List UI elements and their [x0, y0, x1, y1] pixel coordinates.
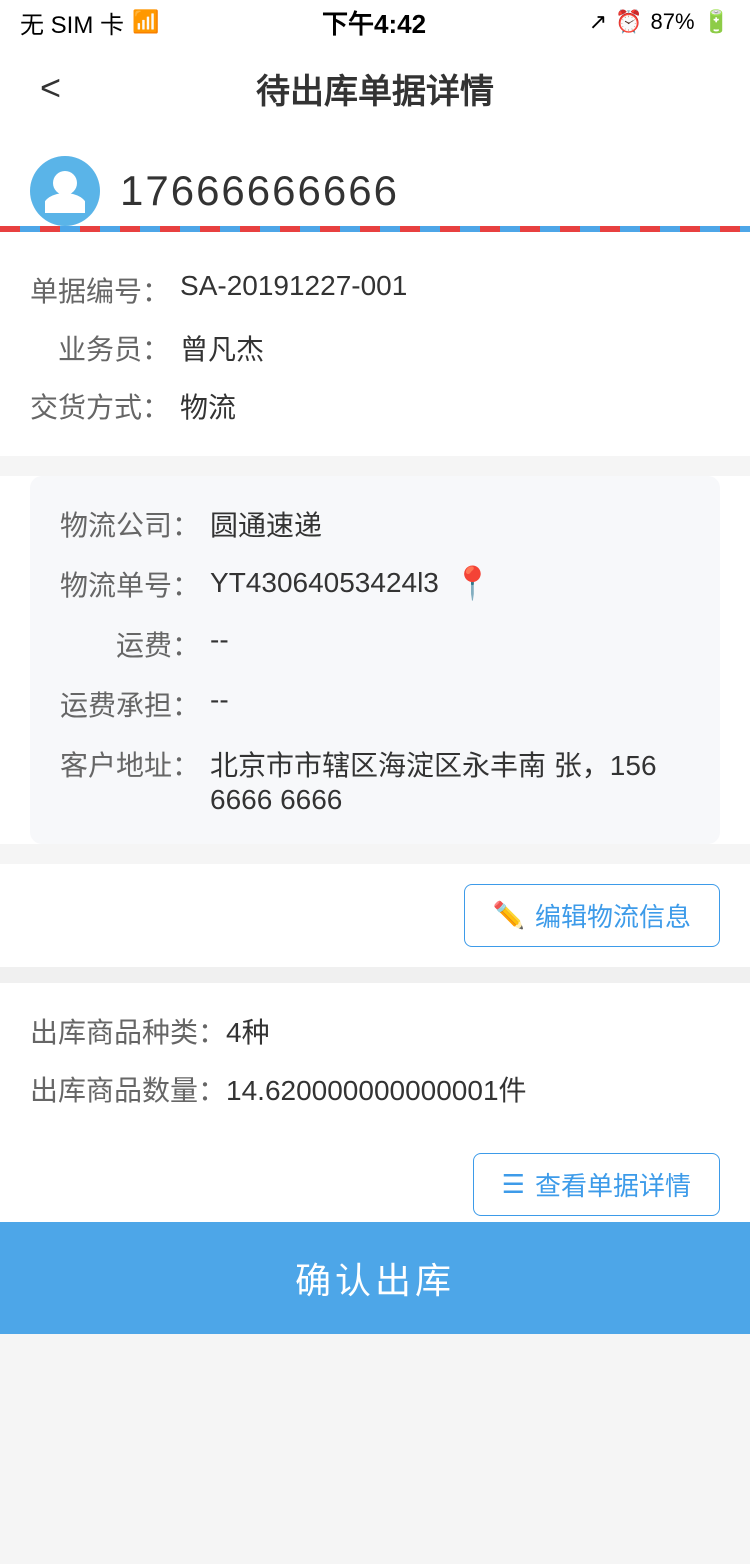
confirm-outbound-button[interactable]: 确认出库 — [40, 1252, 710, 1304]
nav-bar: < 待出库单据详情 — [0, 44, 750, 132]
delivery-method-value: 物流 — [170, 386, 720, 426]
status-right: ↗ ⏰ 87% 🔋 — [589, 9, 730, 35]
logistics-company-label: 物流公司： — [60, 504, 200, 544]
tracking-label: 物流单号： — [60, 564, 200, 604]
product-quantity-label: 出库商品数量： — [30, 1069, 226, 1109]
product-type-value: 4种 — [226, 1011, 270, 1051]
page-title: 待出库单据详情 — [256, 64, 494, 113]
freight-label: 运费： — [60, 624, 200, 664]
section-divider-1 — [0, 967, 750, 983]
address-label: 客户地址： — [60, 744, 200, 784]
freight-row: 运费： -- — [60, 624, 690, 664]
header-section: 17666666666 — [0, 132, 750, 226]
doc-number-label: 单据编号： — [30, 270, 170, 310]
sales-person-label: 业务员： — [30, 328, 170, 368]
back-button[interactable]: < — [30, 57, 71, 119]
logistics-card: 物流公司： 圆通速递 物流单号： YT43064053424l3 📍 运费： -… — [30, 476, 720, 844]
tracking-location-icon[interactable]: 📍 — [453, 564, 493, 602]
edit-icon: ✏️ — [493, 900, 525, 931]
view-detail-button[interactable]: ☰ 查看单据详情 — [473, 1153, 720, 1216]
product-quantity-row: 出库商品数量： 14.620000000000001件 — [30, 1069, 720, 1109]
address-value: 北京市市辖区海淀区永丰南 张，156 6666 6666 — [200, 744, 690, 816]
basic-info-section: 单据编号： SA-20191227-001 业务员： 曾凡杰 交货方式： 物流 — [0, 246, 750, 456]
status-left: 无 SIM 卡 📶 — [20, 5, 159, 40]
freight-bearer-row: 运费承担： -- — [60, 684, 690, 724]
tracking-value: YT43064053424l3 📍 — [200, 564, 690, 602]
alarm-icon: ⏰ — [615, 9, 642, 35]
sales-person-row: 业务员： 曾凡杰 — [30, 328, 720, 368]
edit-btn-row: ✏️ 编辑物流信息 — [0, 864, 750, 967]
decorative-border — [0, 226, 750, 232]
edit-logistics-button[interactable]: ✏️ 编辑物流信息 — [464, 884, 720, 947]
product-section: 出库商品种类： 4种 出库商品数量： 14.620000000000001件 — [0, 983, 750, 1137]
logistics-company-value: 圆通速递 — [200, 504, 690, 544]
carrier-label: 无 SIM 卡 — [20, 5, 124, 40]
battery-label: 87% — [651, 9, 695, 35]
tracking-number-row: 物流单号： YT43064053424l3 📍 — [60, 564, 690, 604]
delivery-method-row: 交货方式： 物流 — [30, 386, 720, 426]
customer-phone: 17666666666 — [120, 167, 399, 215]
avatar — [30, 156, 100, 226]
product-quantity-value: 14.620000000000001件 — [226, 1069, 527, 1109]
doc-number-row: 单据编号： SA-20191227-001 — [30, 270, 720, 310]
sales-person-value: 曾凡杰 — [170, 328, 720, 368]
freight-value: -- — [200, 624, 690, 656]
bottom-bar: 确认出库 — [0, 1222, 750, 1334]
logistics-company-row: 物流公司： 圆通速递 — [60, 504, 690, 544]
address-row: 客户地址： 北京市市辖区海淀区永丰南 张，156 6666 6666 — [60, 744, 690, 816]
wifi-icon: 📶 — [132, 9, 159, 35]
freight-bearer-value: -- — [200, 684, 690, 716]
freight-bearer-label: 运费承担： — [60, 684, 200, 724]
status-time: 下午4:42 — [322, 4, 426, 41]
product-type-label: 出库商品种类： — [30, 1011, 226, 1051]
status-bar: 无 SIM 卡 📶 下午4:42 ↗ ⏰ 87% 🔋 — [0, 0, 750, 44]
battery-icon: 🔋 — [703, 9, 730, 35]
doc-number-value: SA-20191227-001 — [170, 270, 720, 302]
detail-icon: ☰ — [502, 1169, 525, 1200]
location-status-icon: ↗ — [589, 9, 607, 35]
delivery-method-label: 交货方式： — [30, 386, 170, 426]
product-type-row: 出库商品种类： 4种 — [30, 1011, 720, 1051]
